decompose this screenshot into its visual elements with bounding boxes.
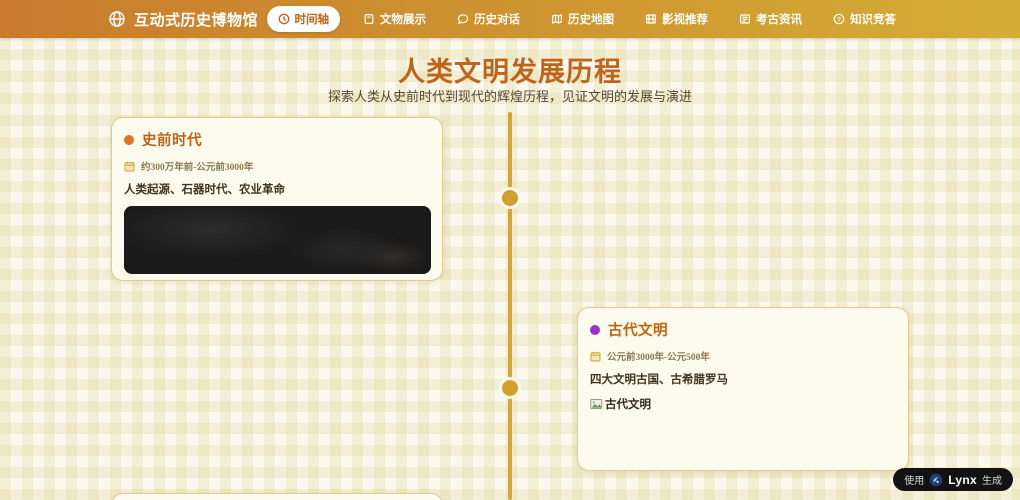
news-icon [739, 13, 751, 25]
ancient-image-broken: 古代文明 [590, 396, 896, 412]
chat-icon [457, 13, 469, 25]
timeline-card-prehistoric: 史前时代 约300万年前-公元前3000年 人类起源、石器时代、农业革命 [111, 117, 443, 281]
event-dot-purple [590, 324, 600, 335]
timeline-card-ancient: 古代文明 公元前3000年-公元500年 四大文明古国、古希腊罗马 古代文明 [577, 307, 909, 471]
badge-suffix: 生成 [982, 476, 1002, 487]
calendar-icon [124, 161, 135, 172]
event-period: 约300万年前-公元前3000年 [141, 163, 254, 173]
nav-label: 考古资讯 [756, 14, 802, 26]
timeline-node-prehistoric [502, 190, 518, 206]
main-nav: 时间轴 文物展示 历史对话 历史地图 影视推荐 考古资讯 ? 知识竞答 [266, 6, 905, 32]
nav-label: 知识竞答 [850, 14, 896, 26]
nav-label: 历史地图 [568, 14, 614, 26]
top-navbar: 互动式历史博物馆 时间轴 文物展示 历史对话 历史地图 影视推荐 考古资讯 ? … [0, 0, 1020, 38]
history-museum-page: 互动式历史博物馆 时间轴 文物展示 历史对话 历史地图 影视推荐 考古资讯 ? … [0, 0, 1020, 500]
nav-label: 历史对话 [474, 14, 520, 26]
nav-label: 影视推荐 [662, 14, 708, 26]
badge-brand: Lynx [948, 472, 977, 487]
timeline-node-ancient [502, 380, 518, 396]
page-title: 人类文明发展历程 [398, 57, 622, 87]
clock-icon [278, 13, 290, 25]
artifact-icon [363, 13, 375, 25]
page-subtitle: 探索人类从史前时代到现代的辉煌历程，见证文明的发展与演进 [327, 89, 692, 104]
lynx-logo-icon [929, 473, 943, 487]
map-icon [551, 13, 563, 25]
nav-item-timeline[interactable]: 时间轴 [266, 6, 340, 32]
globe-icon [108, 10, 126, 28]
nav-label: 时间轴 [294, 14, 330, 26]
app-title: 互动式历史博物馆 [134, 12, 259, 29]
event-title: 古代文明 [608, 323, 668, 339]
event-dot-orange [124, 134, 134, 145]
nav-item-map[interactable]: 历史地图 [543, 6, 622, 32]
broken-image-alt-text: 古代文明 [605, 399, 651, 411]
event-description: 人类起源、石器时代、农业革命 [124, 184, 285, 196]
timeline-line [508, 112, 512, 500]
quiz-icon: ? [833, 13, 845, 25]
prehistoric-image [124, 206, 431, 274]
nav-item-dialogue[interactable]: 历史对话 [449, 6, 528, 32]
nav-item-news[interactable]: 考古资讯 [731, 6, 810, 32]
timeline-card-next [111, 493, 443, 500]
nav-item-quiz[interactable]: ? 知识竞答 [825, 6, 904, 32]
event-description: 四大文明古国、古希腊罗马 [590, 374, 728, 386]
badge-prefix: 使用 [904, 476, 925, 487]
event-period: 公元前3000年-公元500年 [607, 353, 710, 363]
event-title: 史前时代 [142, 133, 202, 149]
broken-image-icon [590, 398, 603, 410]
nav-item-films[interactable]: 影视推荐 [637, 6, 716, 32]
film-icon [645, 13, 657, 25]
nav-item-artifacts[interactable]: 文物展示 [355, 6, 434, 32]
brand-logo[interactable]: 互动式历史博物馆 [108, 9, 258, 30]
nav-label: 文物展示 [380, 14, 426, 26]
svg-text:?: ? [837, 16, 841, 23]
calendar-icon [590, 351, 601, 362]
lynx-generated-badge[interactable]: 使用 Lynx 生成 [893, 468, 1013, 491]
